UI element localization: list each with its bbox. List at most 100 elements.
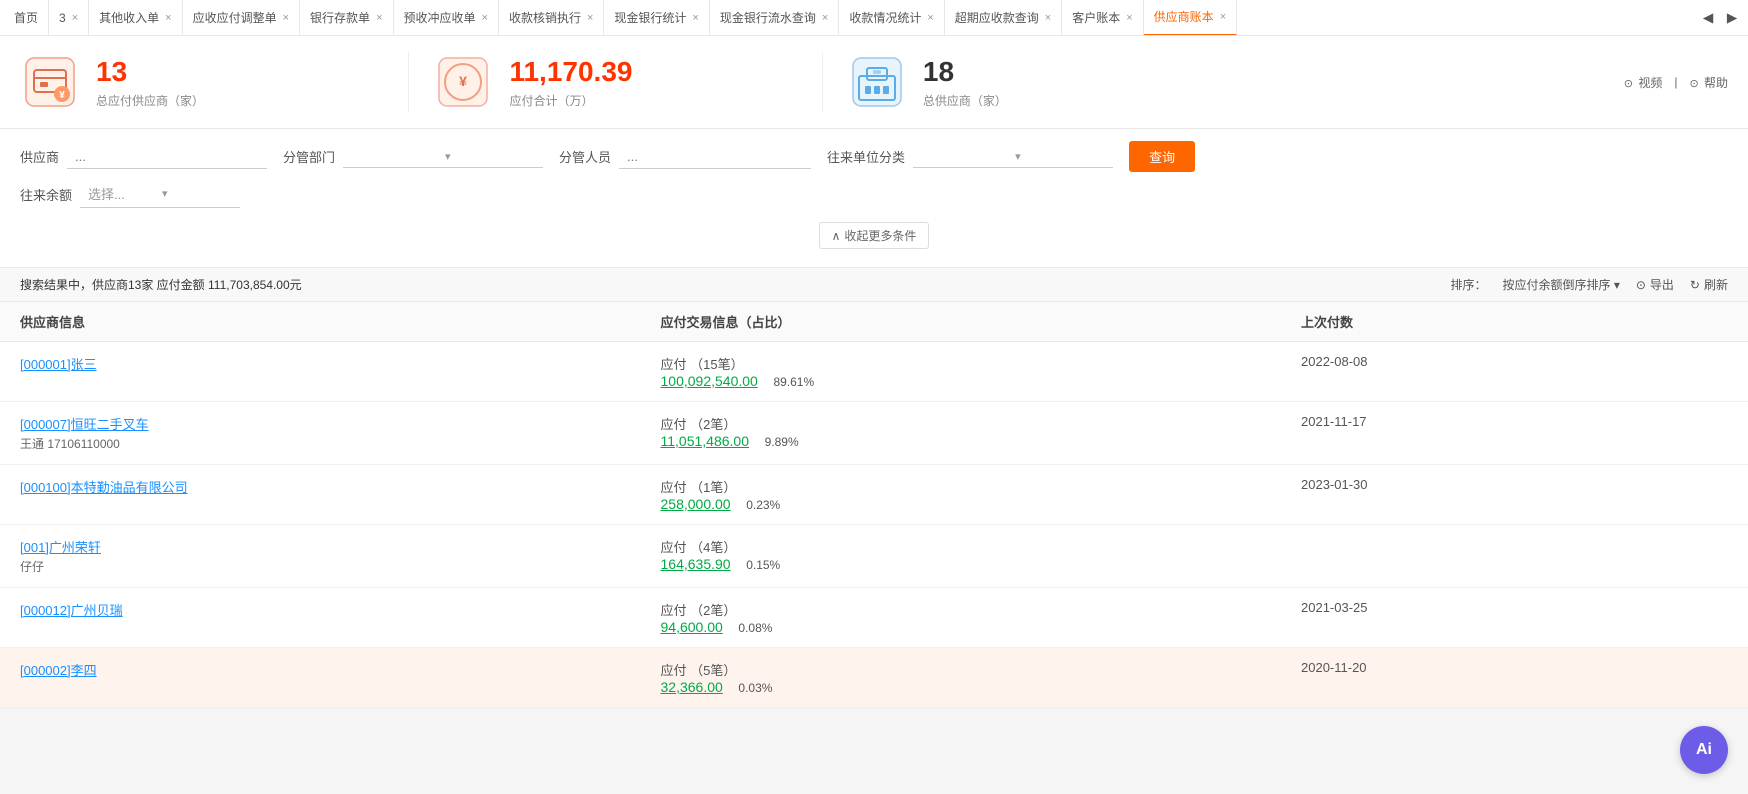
nav-tab-customer-account[interactable]: 客户账本 ×: [1062, 0, 1143, 36]
collapse-button[interactable]: ∧ 收起更多条件: [819, 222, 930, 249]
person-filter-label: 分管人员: [559, 147, 611, 166]
nav-next-button[interactable]: ▶: [1720, 0, 1744, 36]
table-row: [000012]广州贝瑞 应付 （2笔） 94,600.00 0.08% 202…: [0, 588, 1748, 648]
help-link[interactable]: ⊙ 帮助: [1689, 74, 1728, 91]
payable-suppliers-text: 13 总应付供应商（家）: [96, 56, 204, 109]
ai-button[interactable]: Ai: [1680, 726, 1728, 774]
nav-tab-customer-account-close[interactable]: ×: [1126, 12, 1132, 24]
nav-tab-ap-adjust[interactable]: 应收应付调整单 ×: [183, 0, 300, 36]
ai-button-label: Ai: [1696, 741, 1712, 759]
nav-tab-advance-offset-close[interactable]: ×: [482, 12, 488, 24]
sort-select-value: 按应付余额倒序排序: [1502, 278, 1610, 292]
ap-amount[interactable]: 32,366.00: [661, 679, 723, 695]
supplier-info-cell: [000001]张三: [20, 354, 661, 373]
nav-tab-cash-bank-stats[interactable]: 现金银行统计 ×: [604, 0, 709, 36]
nav-prev-button[interactable]: ◀: [1696, 0, 1720, 36]
top-navigation: 首页 3 × 其他收入单 × 应收应付调整单 × 银行存款单 × 预收冲应收单 …: [0, 0, 1748, 36]
total-suppliers-icon: [847, 52, 907, 112]
dept-filter-label: 分管部门: [283, 147, 335, 166]
nav-tab-3[interactable]: 3 ×: [49, 0, 89, 36]
payable-amount-label: 应付合计（万）: [509, 92, 632, 109]
export-button[interactable]: ⊙ 导出: [1636, 276, 1674, 293]
nav-tab-collect-stats[interactable]: 收款情况统计 ×: [839, 0, 944, 36]
nav-tab-ap-adjust-close[interactable]: ×: [283, 12, 289, 24]
unit-category-filter-select[interactable]: ▾: [913, 146, 1113, 168]
video-link[interactable]: ⊙ 视频: [1624, 74, 1663, 91]
nav-tab-other-income-label: 其他收入单: [99, 9, 159, 26]
ap-count: （15笔）: [690, 357, 743, 372]
refresh-label: 刷新: [1704, 276, 1728, 293]
balance-filter-label: 往来余额: [20, 185, 72, 204]
supplier-link[interactable]: [000012]广州贝瑞: [20, 600, 661, 619]
last-payment-cell: 2021-03-25: [1301, 600, 1728, 615]
supplier-filter-label: 供应商: [20, 147, 59, 166]
last-payment-cell: 2021-11-17: [1301, 414, 1728, 429]
nav-tab-3-label: 3: [59, 11, 66, 25]
dept-filter-select[interactable]: ▾: [343, 146, 543, 168]
nav-tab-overdue-collect-close[interactable]: ×: [1045, 12, 1051, 24]
payable-suppliers-icon: ¥: [20, 52, 80, 112]
ap-amount[interactable]: 164,635.90: [661, 556, 731, 572]
nav-tab-other-income-close[interactable]: ×: [165, 12, 171, 24]
sort-select[interactable]: 按应付余额倒序排序 ▾: [1502, 276, 1619, 293]
nav-tab-collect-check-label: 收款核销执行: [509, 9, 581, 26]
nav-tab-supplier-account[interactable]: 供应商账本 ×: [1144, 0, 1237, 36]
supplier-link[interactable]: [000100]本特勤油品有限公司: [20, 477, 661, 496]
nav-tab-cash-bank-flow-close[interactable]: ×: [822, 12, 828, 24]
ap-label: 应付: [661, 417, 687, 432]
ap-percent: 9.89%: [765, 435, 799, 449]
ap-count: （2笔）: [690, 603, 736, 618]
nav-tab-collect-check-close[interactable]: ×: [587, 12, 593, 24]
supplier-link[interactable]: [001]广州荣轩: [20, 537, 661, 556]
total-suppliers-number: 18: [923, 56, 1007, 88]
ap-percent: 0.03%: [738, 681, 772, 695]
nav-tab-advance-offset-label: 预收冲应收单: [404, 9, 476, 26]
collapse-label: 收起更多条件: [844, 227, 916, 244]
nav-tab-home[interactable]: 首页: [4, 0, 49, 36]
ap-count: （5笔）: [690, 663, 736, 678]
summary-total-suppliers: 18 总供应商（家）: [822, 52, 1235, 112]
ap-amount[interactable]: 100,092,540.00: [661, 373, 758, 389]
collapse-up-icon: ∧: [832, 229, 841, 243]
ap-label: 应付: [661, 480, 687, 495]
ap-amount[interactable]: 94,600.00: [661, 619, 723, 635]
ap-amount[interactable]: 258,000.00: [661, 496, 731, 512]
nav-tab-bank-deposit-close[interactable]: ×: [376, 12, 382, 24]
summary-payable-suppliers: ¥ 13 总应付供应商（家）: [20, 52, 408, 112]
ap-amount[interactable]: 11,051,486.00: [661, 433, 750, 449]
refresh-icon: ↻: [1690, 278, 1700, 292]
nav-tab-ap-adjust-label: 应收应付调整单: [193, 9, 277, 26]
nav-tab-advance-offset[interactable]: 预收冲应收单 ×: [394, 0, 499, 36]
nav-tab-overdue-collect[interactable]: 超期应收款查询 ×: [945, 0, 1062, 36]
balance-filter-select[interactable]: 选择... ▾: [80, 180, 240, 208]
query-button[interactable]: 查询: [1129, 141, 1195, 172]
transaction-info-cell: 应付 （4笔） 164,635.90 0.15%: [661, 537, 1302, 572]
nav-tab-supplier-account-close[interactable]: ×: [1220, 11, 1226, 23]
nav-tab-cash-bank-flow[interactable]: 现金银行流水查询 ×: [710, 0, 839, 36]
transaction-info-cell: 应付 （2笔） 94,600.00 0.08%: [661, 600, 1302, 635]
last-payment-cell: 2022-08-08: [1301, 354, 1728, 369]
nav-arrows: ◀ ▶: [1696, 0, 1744, 36]
table-header: 供应商信息 应付交易信息（占比） 上次付数: [0, 302, 1748, 342]
filter-row-2: 往来余额 选择... ▾: [20, 180, 1728, 208]
refresh-button[interactable]: ↻ 刷新: [1690, 276, 1728, 293]
supplier-info-cell: [001]广州荣轩 仔仔: [20, 537, 661, 575]
supplier-filter-input[interactable]: [67, 145, 267, 169]
nav-tab-3-close[interactable]: ×: [72, 12, 78, 24]
supplier-link[interactable]: [000001]张三: [20, 354, 661, 373]
nav-tab-other-income[interactable]: 其他收入单 ×: [89, 0, 182, 36]
nav-tab-collect-check[interactable]: 收款核销执行 ×: [499, 0, 604, 36]
ap-percent: 0.23%: [746, 498, 780, 512]
nav-tab-cash-bank-stats-close[interactable]: ×: [692, 12, 698, 24]
nav-tab-collect-stats-close[interactable]: ×: [927, 12, 933, 24]
supplier-link[interactable]: [000002]李四: [20, 660, 661, 679]
result-info-text: 搜索结果中，供应商13家 应付金额 111,703,854.00元: [20, 278, 302, 292]
nav-tab-bank-deposit[interactable]: 银行存款单 ×: [300, 0, 393, 36]
nav-tab-overdue-collect-label: 超期应收款查询: [955, 9, 1039, 26]
supplier-link[interactable]: [000007]恒旺二手叉车: [20, 414, 661, 433]
ap-label: 应付: [661, 357, 687, 372]
transaction-info-cell: 应付 （2笔） 11,051,486.00 9.89%: [661, 414, 1302, 449]
svg-text:¥: ¥: [460, 73, 468, 89]
person-filter-input[interactable]: [619, 145, 811, 169]
header-last-payment: 上次付数: [1301, 312, 1728, 331]
